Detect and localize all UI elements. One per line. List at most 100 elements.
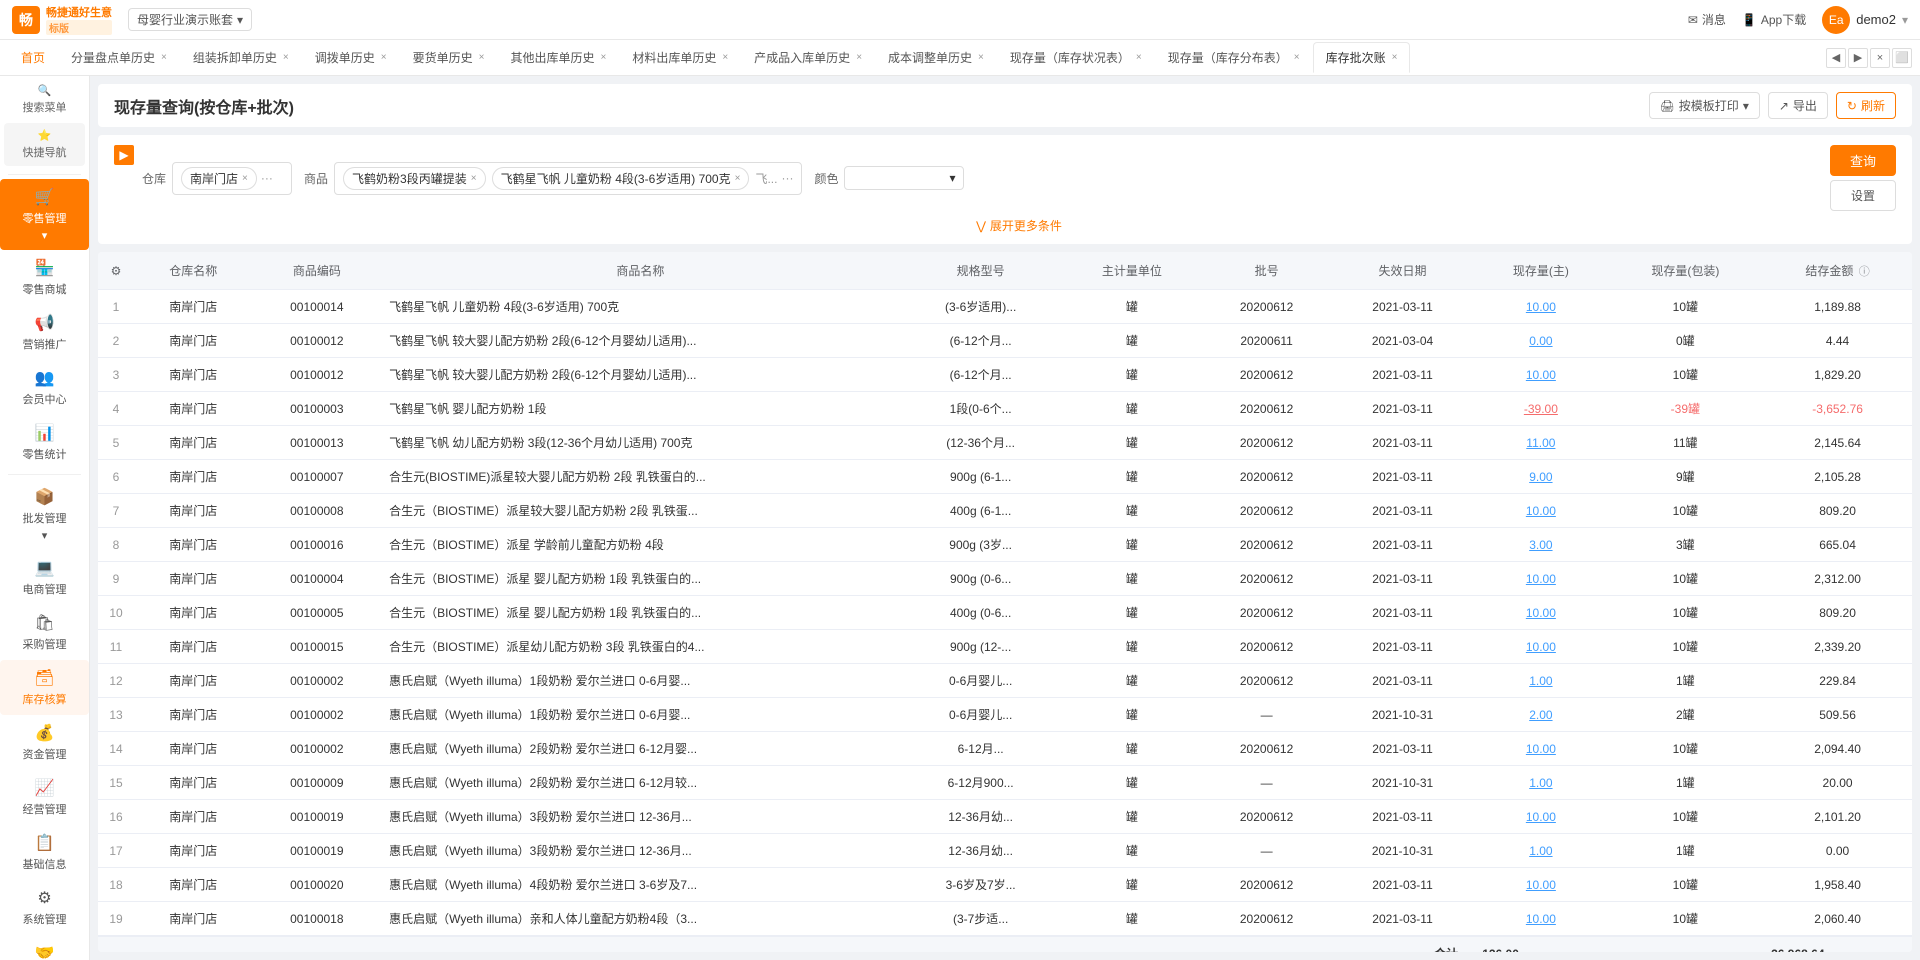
- sidebar-search[interactable]: 🔍 搜索菜单: [0, 76, 89, 123]
- expand-more-btn[interactable]: ⋁ 展开更多条件: [142, 217, 1896, 234]
- expand-more-row: ⋁ 展开更多条件: [142, 217, 1896, 234]
- sidebar-item-marketing[interactable]: 📢 营销推广: [0, 305, 89, 360]
- row-batch: 20200612: [1202, 494, 1331, 528]
- settings-btn[interactable]: 设置: [1830, 180, 1896, 211]
- row-stock-main[interactable]: 1.00: [1474, 664, 1607, 698]
- row-stock-main[interactable]: -39.00: [1474, 392, 1607, 426]
- row-stock-main[interactable]: 10.00: [1474, 868, 1607, 902]
- product-tag-2-close[interactable]: ×: [735, 173, 741, 184]
- tab-4-label: 要货单历史: [413, 49, 473, 66]
- row-stock-main[interactable]: 10.00: [1474, 596, 1607, 630]
- message-btn[interactable]: ✉ 消息: [1688, 11, 1726, 28]
- tab-2[interactable]: 组装拆卸单历史 ×: [180, 42, 302, 73]
- sidebar-item-wholesale[interactable]: 📦 批发管理 ▾: [0, 479, 89, 550]
- product-more-icon[interactable]: ···: [781, 171, 793, 185]
- product-tag-1: 飞鹤奶粉3段丙罐提装 ×: [343, 167, 486, 190]
- table-wrapper[interactable]: ⚙ 仓库名称 商品编码 商品名称 规格型号 主计量单位 批号 失效日期 现存量(…: [98, 252, 1912, 952]
- sidebar-item-purchase[interactable]: 🛍 采购管理: [0, 605, 89, 660]
- export-btn[interactable]: ↗ 导出: [1768, 92, 1828, 119]
- tab-close-btn[interactable]: ×: [1870, 48, 1890, 68]
- sidebar-item-ops[interactable]: 📈 经营管理: [0, 770, 89, 825]
- tab-more-btn[interactable]: ⬜: [1892, 48, 1912, 68]
- tab-1[interactable]: 分量盘点单历史 ×: [58, 42, 180, 73]
- sidebar-item-wholesale-label: 批发管理: [23, 510, 67, 526]
- row-expire: 2021-03-11: [1331, 392, 1474, 426]
- sidebar-item-sys-mgmt[interactable]: ⚙ 系统管理: [0, 880, 89, 935]
- row-balance: 4.44: [1763, 324, 1912, 358]
- purchase-icon: 🛍: [34, 613, 54, 633]
- row-stock-main[interactable]: 10.00: [1474, 562, 1607, 596]
- sidebar-item-retail-mgmt[interactable]: 🛒 零售管理 ▾: [0, 179, 89, 250]
- tab-1-close[interactable]: ×: [161, 52, 167, 63]
- tab-11[interactable]: 库存批次账 ×: [1313, 42, 1411, 73]
- row-stock-main[interactable]: 9.00: [1474, 460, 1607, 494]
- tab-5[interactable]: 其他出库单历史 ×: [497, 42, 619, 73]
- tab-7-close[interactable]: ×: [856, 52, 862, 63]
- filter-expand-icon[interactable]: ▶: [114, 145, 134, 165]
- row-stock-pkg: 9罐: [1608, 460, 1764, 494]
- sidebar-item-finance[interactable]: 💰 资金管理: [0, 715, 89, 770]
- sidebar-item-retail-shop[interactable]: 🏪 零售商城: [0, 250, 89, 305]
- tab-prev-btn[interactable]: ◀: [1826, 48, 1846, 68]
- row-stock-main[interactable]: 10.00: [1474, 732, 1607, 766]
- tab-6[interactable]: 材料出库单历史 ×: [619, 42, 741, 73]
- tab-home[interactable]: 首页: [8, 42, 58, 73]
- product-tag-1-close[interactable]: ×: [471, 173, 477, 184]
- color-input[interactable]: ▾: [844, 166, 964, 190]
- template-print-btn[interactable]: 🖨 按模板打印 ▾: [1649, 92, 1760, 119]
- sidebar-item-members[interactable]: 👥 会员中心: [0, 360, 89, 415]
- row-stock-main[interactable]: 10.00: [1474, 630, 1607, 664]
- refresh-btn[interactable]: ↻ 刷新: [1836, 92, 1896, 119]
- sidebar-item-inventory[interactable]: 🗃 库存核算: [0, 660, 89, 715]
- tab-next-btn[interactable]: ▶: [1848, 48, 1868, 68]
- tab-2-close[interactable]: ×: [283, 52, 289, 63]
- warehouse-input[interactable]: 南岸门店 × ···: [172, 162, 292, 195]
- sidebar-quick-nav[interactable]: ⭐ 快捷导航: [4, 123, 85, 166]
- row-stock-main[interactable]: 1.00: [1474, 834, 1607, 868]
- retail-mgmt-chevron: ▾: [42, 229, 48, 242]
- tab-5-close[interactable]: ×: [600, 52, 606, 63]
- row-stock-main[interactable]: 1.00: [1474, 766, 1607, 800]
- row-stock-main[interactable]: 0.00: [1474, 324, 1607, 358]
- row-code: 00100004: [253, 562, 382, 596]
- tab-4[interactable]: 要货单历史 ×: [400, 42, 498, 73]
- tab-10-close[interactable]: ×: [1294, 52, 1300, 63]
- sidebar-item-corp-collab[interactable]: 🤝 企业协同: [0, 935, 89, 960]
- row-stock-main[interactable]: 2.00: [1474, 698, 1607, 732]
- query-btn[interactable]: 查询: [1830, 145, 1896, 176]
- tab-8-close[interactable]: ×: [978, 52, 984, 63]
- app-download-btn[interactable]: 📱 App下载: [1742, 11, 1806, 28]
- product-input[interactable]: 飞鹤奶粉3段丙罐提装 × 飞鹤星飞帆 儿童奶粉 4段(3-6岁适用) 700克 …: [334, 162, 802, 195]
- row-stock-main[interactable]: 10.00: [1474, 290, 1607, 324]
- sidebar-item-base-info[interactable]: 📋 基础信息: [0, 825, 89, 880]
- table-row: 1 南岸门店 00100014 飞鹤星飞帆 儿童奶粉 4段(3-6岁适用) 70…: [98, 290, 1912, 324]
- row-stock-main[interactable]: 10.00: [1474, 494, 1607, 528]
- tab-11-close[interactable]: ×: [1392, 52, 1398, 63]
- row-stock-main[interactable]: 3.00: [1474, 528, 1607, 562]
- sidebar-item-ecommerce[interactable]: 💻 电商管理: [0, 550, 89, 605]
- col-setting[interactable]: ⚙: [98, 252, 134, 290]
- balance-info-icon[interactable]: ⓘ: [1859, 266, 1870, 278]
- tab-3-close[interactable]: ×: [381, 52, 387, 63]
- row-code: 00100018: [253, 902, 382, 937]
- setting-icon[interactable]: ⚙: [111, 264, 122, 278]
- tab-3[interactable]: 调拨单历史 ×: [302, 42, 400, 73]
- warehouse-tag-close[interactable]: ×: [242, 173, 248, 184]
- row-stock-main[interactable]: 10.00: [1474, 800, 1607, 834]
- industry-select[interactable]: 母婴行业演示账套 ▾: [128, 8, 252, 31]
- tab-7[interactable]: 产成品入库单历史 ×: [741, 42, 875, 73]
- tab-4-close[interactable]: ×: [479, 52, 485, 63]
- tab-9[interactable]: 现存量（库存状况表） ×: [997, 42, 1155, 73]
- warehouse-more-icon[interactable]: ···: [261, 171, 273, 185]
- tab-6-close[interactable]: ×: [722, 52, 728, 63]
- table-row: 6 南岸门店 00100007 合生元(BIOSTIME)派星较大婴儿配方奶粉 …: [98, 460, 1912, 494]
- sidebar-item-retail-stats[interactable]: 📊 零售统计: [0, 415, 89, 470]
- table-row: 12 南岸门店 00100002 惠氏启赋（Wyeth illuma）1段奶粉 …: [98, 664, 1912, 698]
- base-info-icon: 📋: [35, 833, 55, 853]
- tab-8[interactable]: 成本调整单历史 ×: [875, 42, 997, 73]
- row-stock-main[interactable]: 10.00: [1474, 902, 1607, 937]
- row-stock-main[interactable]: 11.00: [1474, 426, 1607, 460]
- tab-9-close[interactable]: ×: [1136, 52, 1142, 63]
- row-stock-main[interactable]: 10.00: [1474, 358, 1607, 392]
- tab-10[interactable]: 现存量（库存分布表） ×: [1155, 42, 1313, 73]
